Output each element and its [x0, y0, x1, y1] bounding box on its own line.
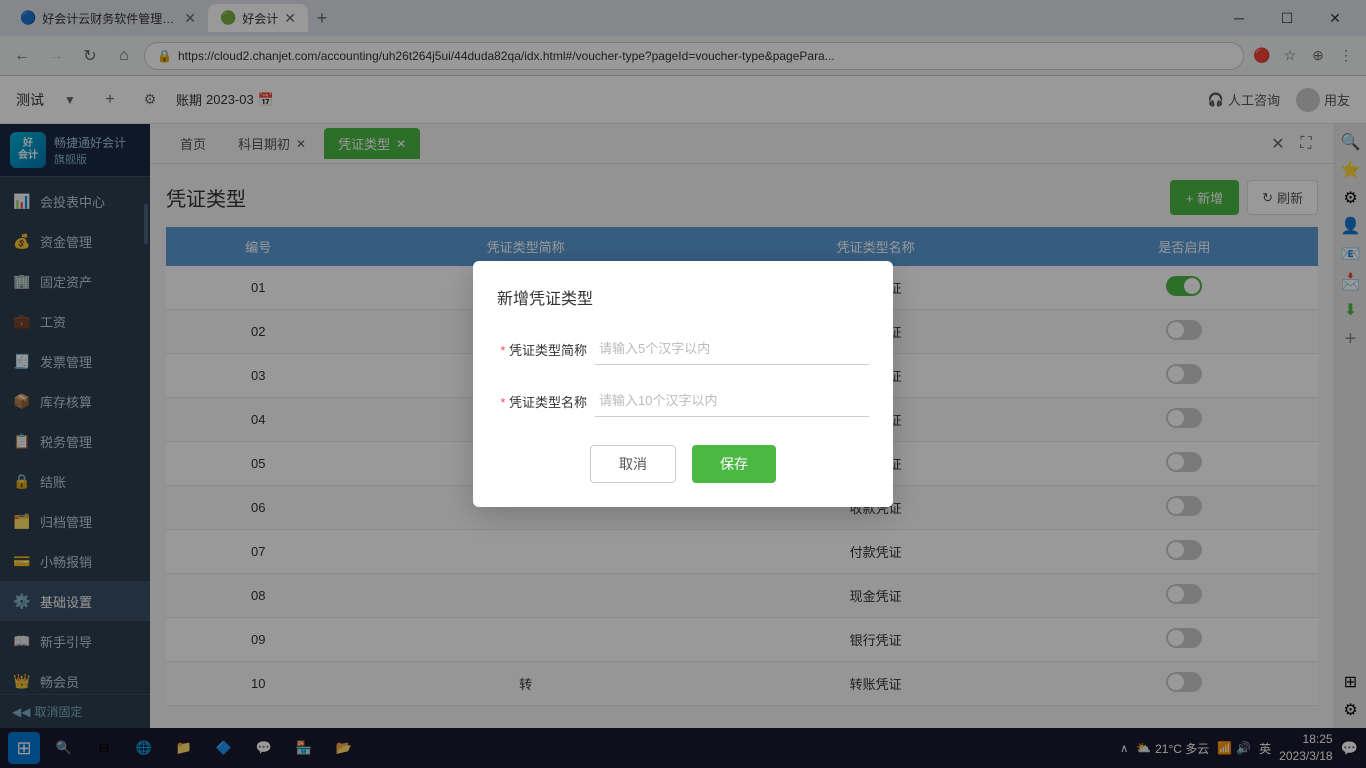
full-name-label: 凭证类型名称 — [497, 392, 587, 411]
modal-actions: 取消 保存 — [497, 445, 869, 483]
add-voucher-modal: 新增凭证类型 凭证类型简称 凭证类型名称 取消 保存 — [473, 261, 893, 507]
short-name-label: 凭证类型简称 — [497, 340, 587, 359]
full-name-field: 凭证类型名称 — [497, 385, 869, 417]
full-name-input[interactable] — [595, 385, 869, 417]
short-name-input[interactable] — [595, 333, 869, 365]
modal-title: 新增凭证类型 — [497, 285, 869, 309]
cancel-button[interactable]: 取消 — [590, 445, 676, 483]
short-name-field: 凭证类型简称 — [497, 333, 869, 365]
save-button[interactable]: 保存 — [692, 445, 776, 483]
modal-overlay: 新增凭证类型 凭证类型简称 凭证类型名称 取消 保存 — [0, 0, 1366, 768]
